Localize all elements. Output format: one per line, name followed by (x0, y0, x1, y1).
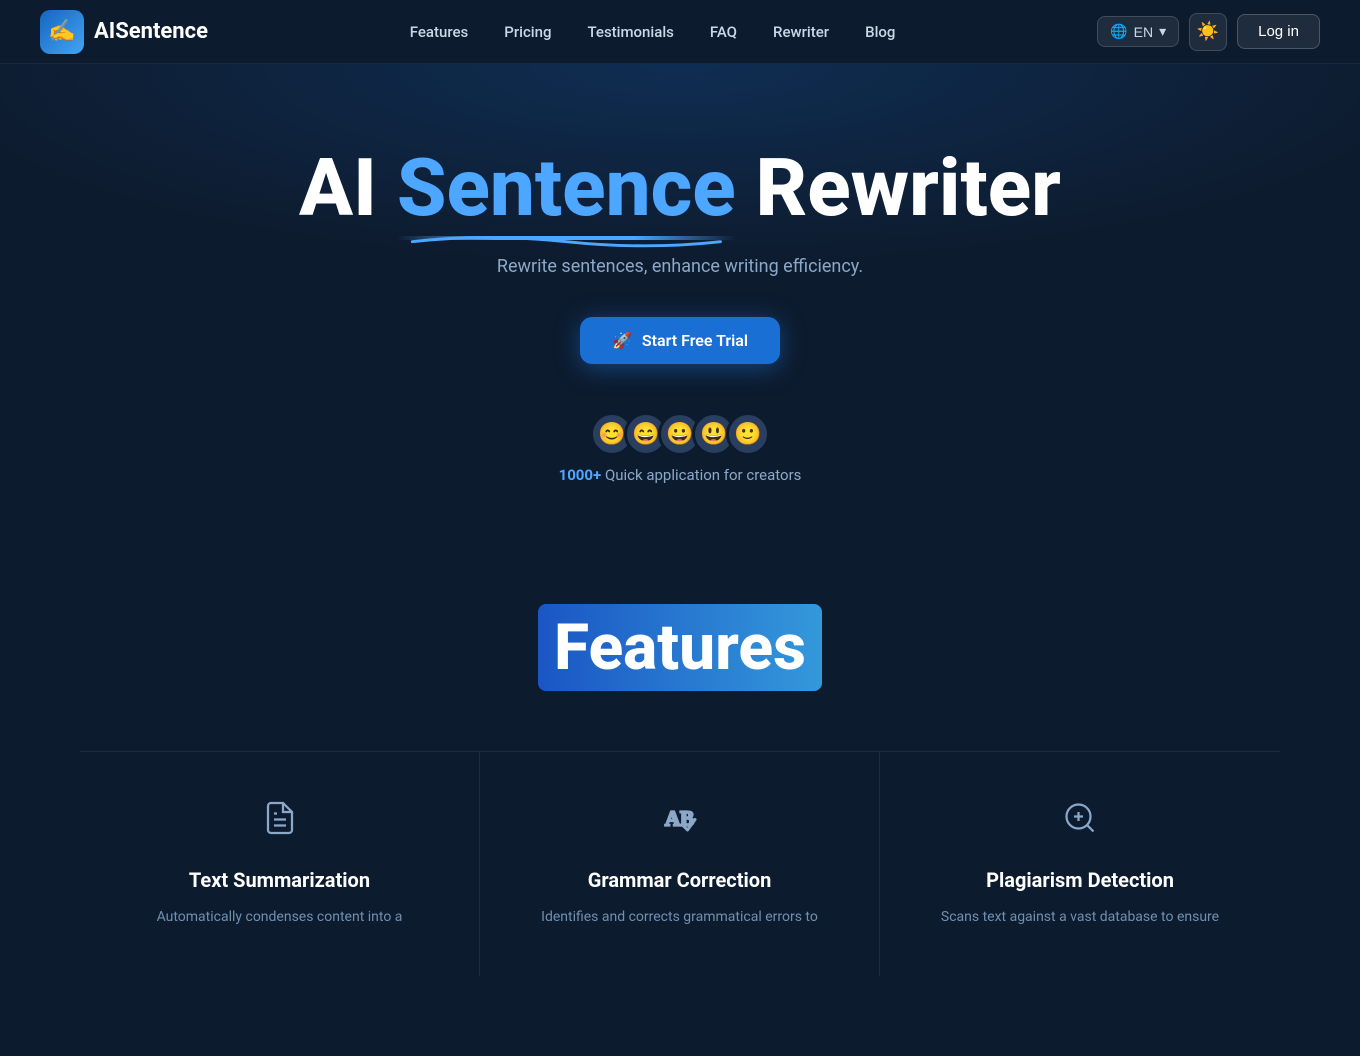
avatar: 🙂 (726, 412, 770, 456)
rocket-icon: 🚀 (612, 331, 632, 350)
social-description: Quick application for creators (605, 466, 801, 484)
avatar-group: 😊 😄 😀 😃 🙂 (590, 412, 770, 456)
logo-icon: ✍️ (40, 10, 84, 54)
features-grid: Text Summarization Automatically condens… (80, 751, 1280, 976)
social-count: 1000+ (559, 466, 602, 484)
swoosh-decoration (387, 230, 746, 250)
feature-card-summarization: Text Summarization Automatically condens… (80, 752, 480, 976)
document-icon (262, 800, 298, 844)
features-heading-wrap: Features (20, 604, 1340, 691)
hero-subtitle: Rewrite sentences, enhance writing effic… (497, 256, 863, 277)
feature-title-summarization: Text Summarization (189, 868, 370, 892)
login-button[interactable]: Log in (1237, 14, 1320, 49)
chevron-down-icon: ▾ (1159, 23, 1166, 40)
nav-pricing[interactable]: Pricing (504, 23, 551, 41)
features-heading-bg: Features (538, 604, 822, 691)
plagiarism-icon (1062, 800, 1098, 844)
nav-faq[interactable]: FAQ (710, 23, 737, 41)
nav-features[interactable]: Features (410, 23, 468, 41)
language-selector[interactable]: 🌐 EN ▾ (1097, 16, 1179, 47)
feature-title-grammar: Grammar Correction (588, 868, 772, 892)
hero-title-highlight: Sentence (397, 144, 736, 232)
hero-section: AI Sentence Rewriter Rewrite sentences, … (0, 64, 1360, 544)
features-heading: Features (554, 610, 806, 685)
nav-right: 🌐 EN ▾ ☀️ Log in (1097, 13, 1320, 51)
navbar: ✍️ AISentence Features Pricing Testimoni… (0, 0, 1360, 64)
features-section: Features Text Summarization Automaticall… (0, 544, 1360, 1056)
nav-rewriter[interactable]: Rewriter (773, 23, 829, 41)
hero-title-prefix: AI (299, 141, 397, 235)
feature-desc-plagiarism: Scans text against a vast database to en… (941, 906, 1219, 928)
feature-desc-summarization: Automatically condenses content into a (157, 906, 403, 928)
nav-testimonials[interactable]: Testimonials (587, 23, 673, 41)
hero-title-suffix: Rewriter (736, 141, 1061, 235)
grammar-icon: AB (662, 800, 698, 844)
logo-link[interactable]: ✍️ AISentence (40, 10, 208, 54)
nav-links: Features Pricing Testimonials FAQ Rewrit… (410, 22, 896, 41)
feature-card-grammar: AB Grammar Correction Identifies and cor… (480, 752, 880, 976)
social-proof-text: 1000+ Quick application for creators (559, 466, 802, 484)
logo-text: AISentence (94, 19, 208, 44)
cta-button[interactable]: 🚀 Start Free Trial (580, 317, 780, 364)
nav-blog[interactable]: Blog (865, 23, 895, 41)
cta-label: Start Free Trial (642, 331, 748, 350)
feature-desc-grammar: Identifies and corrects grammatical erro… (541, 906, 818, 928)
theme-toggle[interactable]: ☀️ (1189, 13, 1227, 51)
globe-icon: 🌐 (1110, 23, 1127, 40)
feature-card-plagiarism: Plagiarism Detection Scans text against … (880, 752, 1280, 976)
hero-title: AI Sentence Rewriter (299, 144, 1061, 232)
social-proof: 😊 😄 😀 😃 🙂 1000+ Quick application for cr… (559, 412, 802, 484)
feature-title-plagiarism: Plagiarism Detection (986, 868, 1174, 892)
sun-icon: ☀️ (1197, 21, 1219, 42)
lang-label: EN (1134, 24, 1153, 40)
